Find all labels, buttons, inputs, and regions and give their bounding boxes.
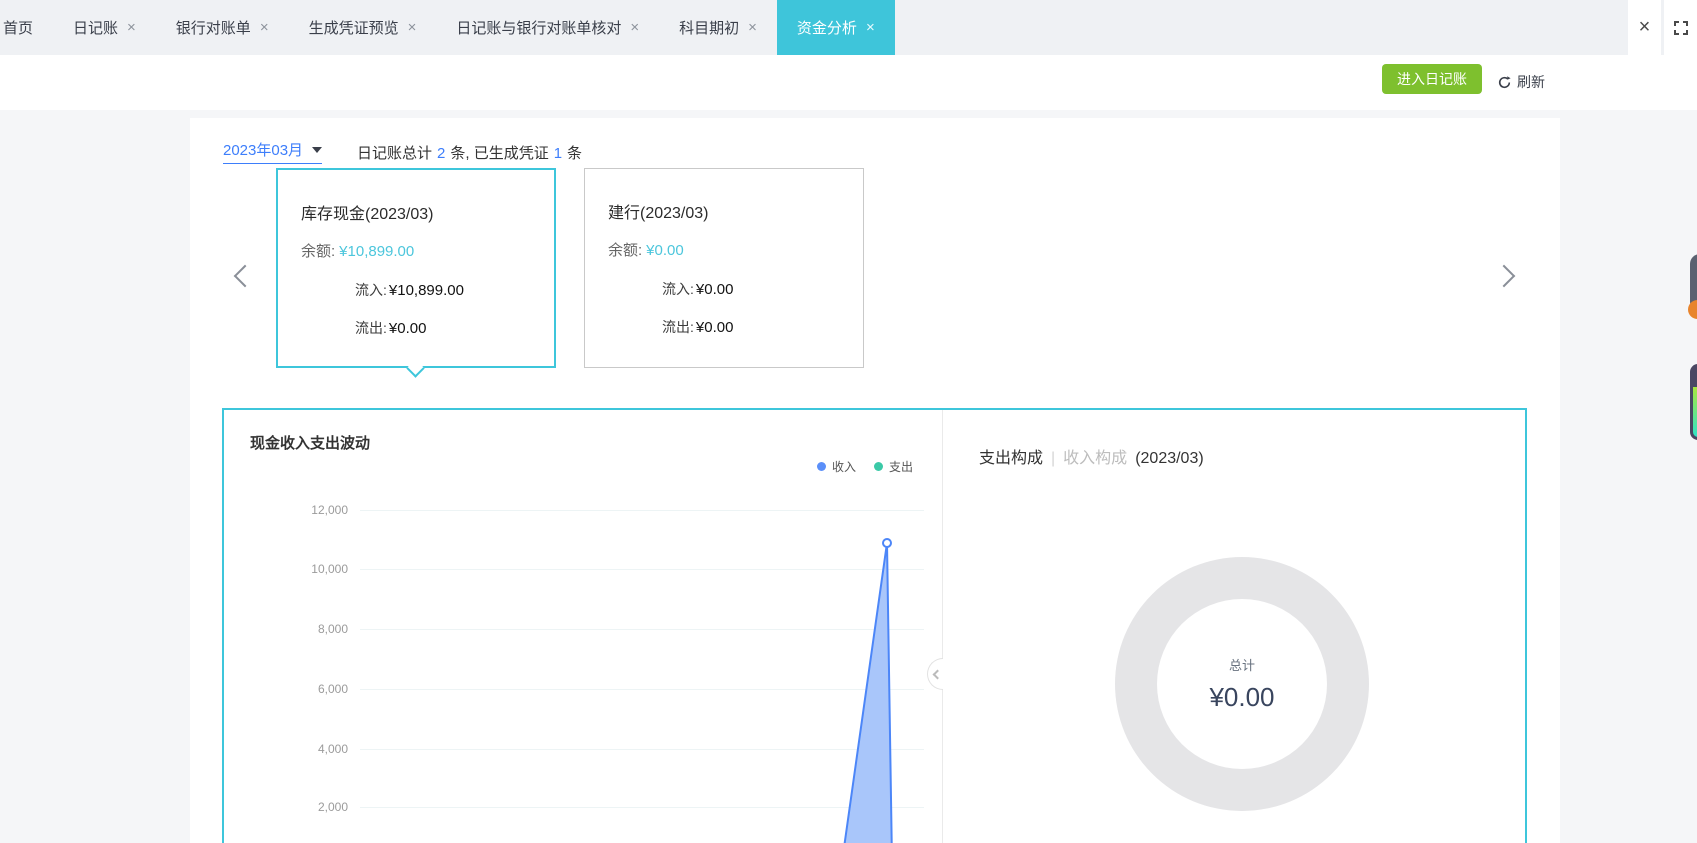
legend-item-expense[interactable]: 支出 xyxy=(874,458,913,475)
carousel-next-icon[interactable] xyxy=(1492,264,1516,288)
balance-value: ¥0.00 xyxy=(646,242,684,259)
balance-value: ¥10,899.00 xyxy=(339,243,415,260)
y-axis-tick: 4,000 xyxy=(317,742,348,756)
account-balance: 余额: ¥0.00 xyxy=(608,239,684,260)
refresh-button[interactable]: 刷新 xyxy=(1497,72,1545,92)
account-inflow: 流入: ¥0.00 xyxy=(662,279,733,299)
tab-bar: 首页 日记账 × 银行对账单 × 生成凭证预览 × 日记账与银行对账单核对 × … xyxy=(0,0,1697,55)
y-axis-tick: 12,000 xyxy=(311,503,348,517)
donut-center: 总计 ¥0.00 xyxy=(1157,599,1327,769)
tab-home[interactable]: 首页 xyxy=(0,0,53,55)
inflow-label: 流入: xyxy=(355,282,387,298)
chevron-left-icon xyxy=(932,669,943,679)
tab-voucher-preview[interactable]: 生成凭证预览 × xyxy=(289,0,437,55)
balance-label: 余额: xyxy=(301,243,336,260)
tab-label: 科目期初 xyxy=(679,20,740,37)
tab-fund-analysis[interactable]: 资金分析 × xyxy=(776,0,895,55)
inflow-value: ¥10,899.00 xyxy=(388,282,464,299)
voucher-count: 1 xyxy=(553,145,563,162)
summary-text: 日记账总计 xyxy=(357,145,433,162)
action-bar: 进入日记账 刷新 xyxy=(0,55,1697,110)
composition-period: (2023/03) xyxy=(1135,450,1204,467)
month-label: 2023年03月 xyxy=(223,142,304,159)
window-buttons: × xyxy=(1628,0,1697,55)
journal-count: 2 xyxy=(437,145,446,162)
fullscreen-button[interactable] xyxy=(1664,0,1697,55)
inflow-value: ¥0.00 xyxy=(695,281,734,298)
fund-analysis-panel: 2023年03月 日记账总计 2 条, 已生成凭证 1 条 库存现金(2023/03) … xyxy=(190,118,1560,843)
account-inflow: 流入: ¥10,899.00 xyxy=(355,280,464,300)
tab-close-icon[interactable]: × xyxy=(866,20,875,35)
selected-card-notch xyxy=(406,359,425,378)
account-card-cash[interactable]: 库存现金(2023/03) 余额: ¥10,899.00 流入: ¥10,899.0… xyxy=(276,168,556,378)
close-window-button[interactable]: × xyxy=(1628,0,1661,55)
tab-close-icon[interactable]: × xyxy=(408,20,417,35)
y-axis-tick: 10,000 xyxy=(311,562,348,576)
summary-text: 条, 已生成凭证 xyxy=(450,145,549,162)
gradient-bar xyxy=(1693,387,1697,437)
tab-label: 生成凭证预览 xyxy=(308,20,399,37)
donut-total-label: 总计 xyxy=(1228,658,1255,673)
composition-donut-chart: 总计 ¥0.00 xyxy=(1115,557,1369,811)
charts-panel: 现金收入支出波动 收入 支出 12,000 10,000 8,000 6,000… xyxy=(222,408,1527,843)
orange-badge-icon xyxy=(1688,300,1697,319)
outflow-label: 流出: xyxy=(662,319,694,335)
tab-subject-opening[interactable]: 科目期初 × xyxy=(659,0,777,55)
title-separator: | xyxy=(1051,450,1056,467)
expense-dot-icon xyxy=(874,462,884,471)
inflow-label: 流入: xyxy=(662,281,694,297)
y-axis-tick: 8,000 xyxy=(317,622,348,636)
floating-widget-gauge[interactable] xyxy=(1690,364,1697,440)
chevron-down-icon xyxy=(312,146,323,153)
account-outflow: 流出: ¥0.00 xyxy=(355,318,426,338)
tab-close-icon[interactable]: × xyxy=(748,20,757,35)
income-dot-icon xyxy=(817,462,826,471)
month-selector[interactable]: 2023年03月 xyxy=(223,139,323,164)
balance-label: 余额: xyxy=(608,242,643,259)
tab-label: 日记账与银行对账单核对 xyxy=(456,20,622,37)
carousel-prev-icon[interactable] xyxy=(233,264,257,288)
account-outflow: 流出: ¥0.00 xyxy=(662,317,733,337)
account-title: 建行(2023/03) xyxy=(608,205,709,222)
refresh-label: 刷新 xyxy=(1517,74,1545,90)
app-window: 首页 日记账 × 银行对账单 × 生成凭证预览 × 日记账与银行对账单核对 × … xyxy=(0,0,1697,843)
chart-legend: 收入 支出 xyxy=(817,458,913,475)
close-icon: × xyxy=(1638,16,1651,38)
tab-label: 日记账 xyxy=(73,20,119,37)
cash-flow-chart xyxy=(843,538,893,843)
tab-journal-bank-check[interactable]: 日记账与银行对账单核对 × xyxy=(436,0,659,55)
tab-close-icon[interactable]: × xyxy=(127,20,136,35)
journal-summary: 日记账总计 2 条, 已生成凭证 1 条 xyxy=(357,142,582,163)
y-axis-tick: 6,000 xyxy=(317,682,348,696)
tab-label: 银行对账单 xyxy=(175,20,251,37)
y-axis-tick: 2,000 xyxy=(317,800,348,814)
tab-label: 资金分析 xyxy=(796,20,857,37)
income-composition-tab[interactable]: 收入构成 xyxy=(1063,444,1127,468)
expense-composition-tab[interactable]: 支出构成 xyxy=(979,444,1043,468)
account-title: 库存现金(2023/03) xyxy=(301,206,434,223)
legend-label: 收入 xyxy=(832,460,857,474)
summary-text: 条 xyxy=(567,145,583,162)
peak-marker xyxy=(882,538,892,548)
tab-close-icon[interactable]: × xyxy=(260,20,269,35)
legend-item-income[interactable]: 收入 xyxy=(817,458,856,475)
outflow-label: 流出: xyxy=(355,320,387,336)
tab-bank-statement[interactable]: 银行对账单 × xyxy=(156,0,289,55)
donut-total-value: ¥0.00 xyxy=(1209,682,1275,712)
cash-flow-chart-title: 现金收入支出波动 xyxy=(250,435,371,452)
fullscreen-icon xyxy=(1672,19,1689,36)
tab-label: 首页 xyxy=(3,20,34,37)
panel-divider xyxy=(942,410,943,843)
enter-journal-button[interactable]: 进入日记账 xyxy=(1382,64,1482,94)
tab-journal[interactable]: 日记账 × xyxy=(53,0,156,55)
account-card-bank[interactable]: 建行(2023/03) 余额: ¥0.00 流入: ¥0.00 流出: ¥0.00 xyxy=(584,168,864,368)
composition-title: 支出构成 | 收入构成 (2023/03) xyxy=(979,444,1204,468)
outflow-value: ¥0.00 xyxy=(695,319,734,336)
floating-widget-service[interactable] xyxy=(1688,254,1697,319)
legend-label: 支出 xyxy=(889,460,914,474)
tab-close-icon[interactable]: × xyxy=(630,20,639,35)
refresh-icon xyxy=(1498,75,1511,88)
account-balance: 余额: ¥10,899.00 xyxy=(301,240,414,261)
outflow-value: ¥0.00 xyxy=(388,320,427,337)
